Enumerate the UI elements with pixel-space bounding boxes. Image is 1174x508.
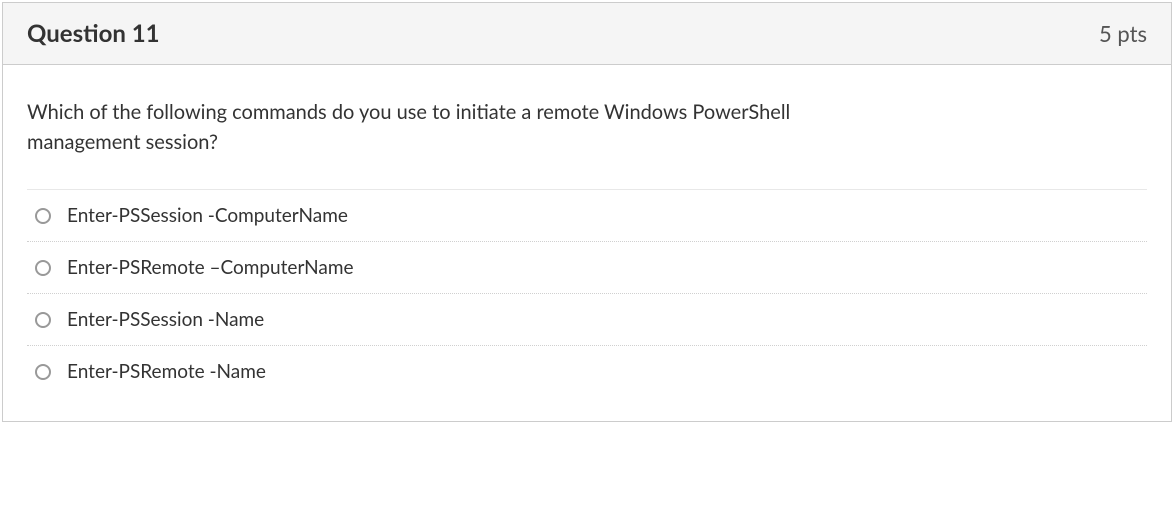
question-points: 5 pts xyxy=(1099,20,1147,47)
answer-label: Enter-PSSession -ComputerName xyxy=(67,204,348,227)
answer-option[interactable]: Enter-PSRemote –ComputerName xyxy=(27,242,1147,294)
answer-option[interactable]: Enter-PSSession -Name xyxy=(27,294,1147,346)
question-body: Which of the following commands do you u… xyxy=(3,65,1171,421)
answer-option[interactable]: Enter-PSRemote -Name xyxy=(27,346,1147,397)
answer-label: Enter-PSSession -Name xyxy=(67,308,264,331)
answer-label: Enter-PSRemote –ComputerName xyxy=(67,256,354,279)
answers-list: Enter-PSSession -ComputerName Enter-PSRe… xyxy=(27,189,1147,397)
radio-icon[interactable] xyxy=(35,312,51,328)
question-text: Which of the following commands do you u… xyxy=(27,97,887,157)
radio-icon[interactable] xyxy=(35,208,51,224)
radio-icon[interactable] xyxy=(35,260,51,276)
radio-icon[interactable] xyxy=(35,364,51,380)
question-header: Question 11 5 pts xyxy=(3,3,1171,65)
answer-label: Enter-PSRemote -Name xyxy=(67,360,266,383)
question-container: Question 11 5 pts Which of the following… xyxy=(2,2,1172,422)
question-title: Question 11 xyxy=(27,19,160,48)
answer-option[interactable]: Enter-PSSession -ComputerName xyxy=(27,190,1147,242)
